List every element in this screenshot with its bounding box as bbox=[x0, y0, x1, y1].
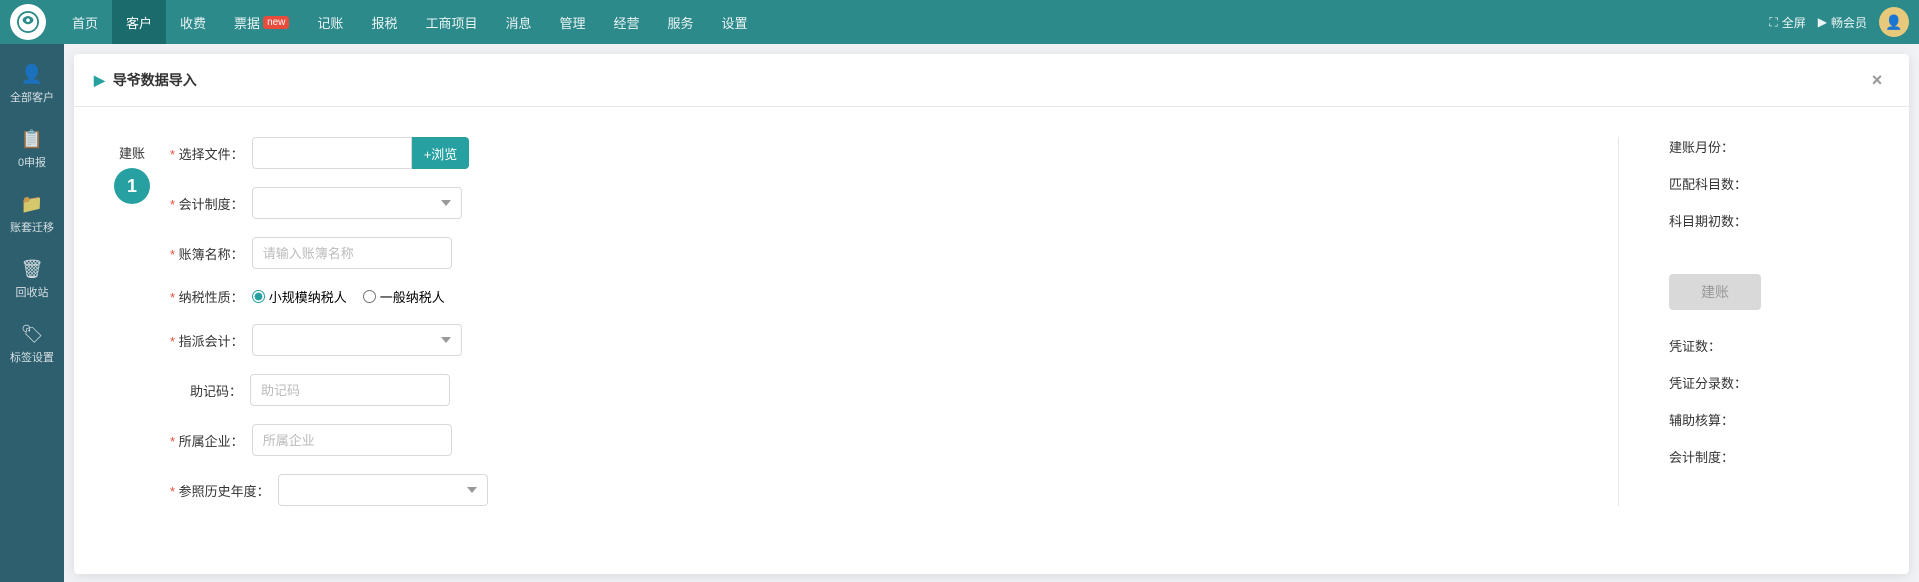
import-icon: ▶ bbox=[94, 72, 105, 89]
sidebar-item-account-migrate[interactable]: 📁 账套迁移 bbox=[0, 184, 64, 245]
nav-item-manage[interactable]: 管理 bbox=[545, 0, 599, 44]
assign-accountant-label: 指派会计： bbox=[170, 331, 244, 350]
dialog-title-area: ▶ 导爷数据导入 bbox=[94, 70, 197, 90]
assign-accountant-row: 指派会计： bbox=[170, 324, 510, 356]
sidebar-item-zero-report[interactable]: 📋 0申报 bbox=[0, 119, 64, 180]
voucher-entries-row: 凭证分录数： bbox=[1669, 373, 1869, 392]
auxiliary-label: 辅助核算： bbox=[1669, 410, 1749, 429]
ledger-name-input[interactable] bbox=[252, 237, 452, 269]
company-label: 所属企业： bbox=[170, 431, 244, 450]
step-section: 建账 1 bbox=[114, 137, 150, 506]
new-badge: new bbox=[263, 16, 289, 29]
sidebar-item-recycle[interactable]: 🗑 回收站 bbox=[0, 249, 64, 310]
account-migrate-icon: 📁 bbox=[21, 194, 43, 215]
dialog-title: 导爷数据导入 bbox=[113, 70, 197, 90]
radio-general-taxpayer[interactable]: 一般纳税人 bbox=[363, 287, 445, 306]
file-label: 选择文件： bbox=[170, 144, 244, 163]
voucher-entries-label: 凭证分录数： bbox=[1669, 373, 1749, 392]
browse-button[interactable]: +浏览 bbox=[412, 137, 470, 169]
sidebar-item-tag-settings[interactable]: 🏷 标签设置 bbox=[0, 314, 64, 375]
nav-item-service[interactable]: 服务 bbox=[654, 0, 708, 44]
nav-item-fee[interactable]: 收费 bbox=[166, 0, 220, 44]
step-circle: 1 bbox=[114, 168, 150, 204]
initial-subjects-label: 科目期初数： bbox=[1669, 211, 1749, 230]
radio-small-taxpayer[interactable]: 小规模纳税人 bbox=[252, 287, 347, 306]
dialog-body: 建账 1 选择文件： +浏览 bbox=[74, 107, 1909, 536]
accounting-system-row: 会计制度： bbox=[170, 187, 510, 219]
nav-item-operation[interactable]: 经营 bbox=[600, 0, 654, 44]
nav-item-message[interactable]: 消息 bbox=[491, 0, 545, 44]
company-row: 所属企业： bbox=[170, 424, 510, 456]
file-input[interactable] bbox=[252, 137, 412, 169]
vip-icon: ▶ bbox=[1818, 15, 1827, 29]
tax-type-row: 纳税性质： 小规模纳税人 一般纳税人 bbox=[170, 287, 510, 306]
logo bbox=[10, 4, 46, 40]
nav-item-settings[interactable]: 设置 bbox=[708, 0, 762, 44]
nav-item-business[interactable]: 工商项目 bbox=[411, 0, 491, 44]
sidebar-item-all-customers[interactable]: 👤 全部客户 bbox=[0, 54, 64, 115]
close-button[interactable]: × bbox=[1865, 68, 1889, 92]
match-subjects-row: 匹配科目数： bbox=[1669, 174, 1869, 193]
vip-button[interactable]: ▶ 畅会员 bbox=[1818, 14, 1867, 31]
nav-items: 首页 客户 收费 票据 new 记账 报税 工商项目 消息 管理 经营 服务 设… bbox=[58, 0, 1769, 44]
build-btn-area: 建账 bbox=[1669, 264, 1869, 310]
file-row: 选择文件： +浏览 bbox=[170, 137, 510, 169]
voucher-count-row: 凭证数： bbox=[1669, 336, 1869, 355]
tax-type-label: 纳税性质： bbox=[170, 287, 244, 306]
nav-item-tax[interactable]: 报税 bbox=[357, 0, 411, 44]
accounting-system-label: 会计制度： bbox=[170, 194, 244, 213]
all-customers-icon: 👤 bbox=[21, 64, 43, 85]
memo-label: 助记码： bbox=[170, 381, 242, 400]
ledger-name-row: 账簿名称： bbox=[170, 237, 510, 269]
memo-input[interactable] bbox=[250, 374, 450, 406]
right-panel: 建账月份： 匹配科目数： 科目期初数： 建账 凭证 bbox=[1669, 137, 1869, 506]
main-layout: 👤 全部客户 📋 0申报 📁 账套迁移 🗑 回收站 🏷 标签设置 ▶ 导爷数 bbox=[0, 44, 1919, 582]
ledger-name-label: 账簿名称： bbox=[170, 244, 244, 263]
tag-settings-icon: 🏷 bbox=[21, 324, 44, 345]
user-avatar[interactable]: 👤 bbox=[1879, 7, 1909, 37]
month-row: 建账月份： bbox=[1669, 137, 1869, 156]
nav-item-invoice[interactable]: 票据 new bbox=[220, 0, 303, 44]
main-content: ▶ 导爷数据导入 × 建账 1 bbox=[64, 44, 1919, 582]
accounting-system-right-label: 会计制度： bbox=[1669, 447, 1749, 466]
file-input-group: +浏览 bbox=[252, 137, 470, 169]
column-separator bbox=[1618, 137, 1619, 506]
match-subjects-label: 匹配科目数： bbox=[1669, 174, 1749, 193]
form-left: 选择文件： +浏览 会计制度： bbox=[170, 137, 510, 506]
auxiliary-row: 辅助核算： bbox=[1669, 410, 1869, 429]
sidebar: 👤 全部客户 📋 0申报 📁 账套迁移 🗑 回收站 🏷 标签设置 bbox=[0, 44, 64, 582]
assign-accountant-select[interactable] bbox=[252, 324, 462, 356]
recycle-icon: 🗑 bbox=[21, 259, 44, 280]
company-input[interactable] bbox=[252, 424, 452, 456]
nav-right: ⛶ 全屏 ▶ 畅会员 👤 bbox=[1769, 7, 1909, 37]
build-account-button[interactable]: 建账 bbox=[1669, 274, 1761, 310]
memo-row: 助记码： bbox=[170, 374, 510, 406]
nav-item-customer[interactable]: 客户 bbox=[112, 0, 166, 44]
fullscreen-icon: ⛶ bbox=[1769, 15, 1777, 30]
history-year-label: 参照历史年度： bbox=[170, 481, 270, 500]
nav-item-bookkeeping[interactable]: 记账 bbox=[303, 0, 357, 44]
accounting-system-right-row: 会计制度： bbox=[1669, 447, 1869, 466]
accounting-system-select[interactable] bbox=[252, 187, 462, 219]
zero-report-icon: 📋 bbox=[21, 129, 43, 150]
initial-subjects-row: 科目期初数： bbox=[1669, 211, 1869, 230]
voucher-count-label: 凭证数： bbox=[1669, 336, 1749, 355]
history-year-select[interactable] bbox=[278, 474, 488, 506]
dialog-header: ▶ 导爷数据导入 × bbox=[74, 54, 1909, 107]
tax-type-radio-group: 小规模纳税人 一般纳税人 bbox=[252, 287, 445, 306]
fullscreen-button[interactable]: ⛶ 全屏 bbox=[1769, 14, 1805, 31]
import-dialog: ▶ 导爷数据导入 × 建账 1 bbox=[74, 54, 1909, 574]
history-year-row: 参照历史年度： bbox=[170, 474, 510, 506]
nav-item-home[interactable]: 首页 bbox=[58, 0, 112, 44]
month-label: 建账月份： bbox=[1669, 137, 1749, 156]
top-navigation: 首页 客户 收费 票据 new 记账 报税 工商项目 消息 管理 经营 服务 设… bbox=[0, 0, 1919, 44]
